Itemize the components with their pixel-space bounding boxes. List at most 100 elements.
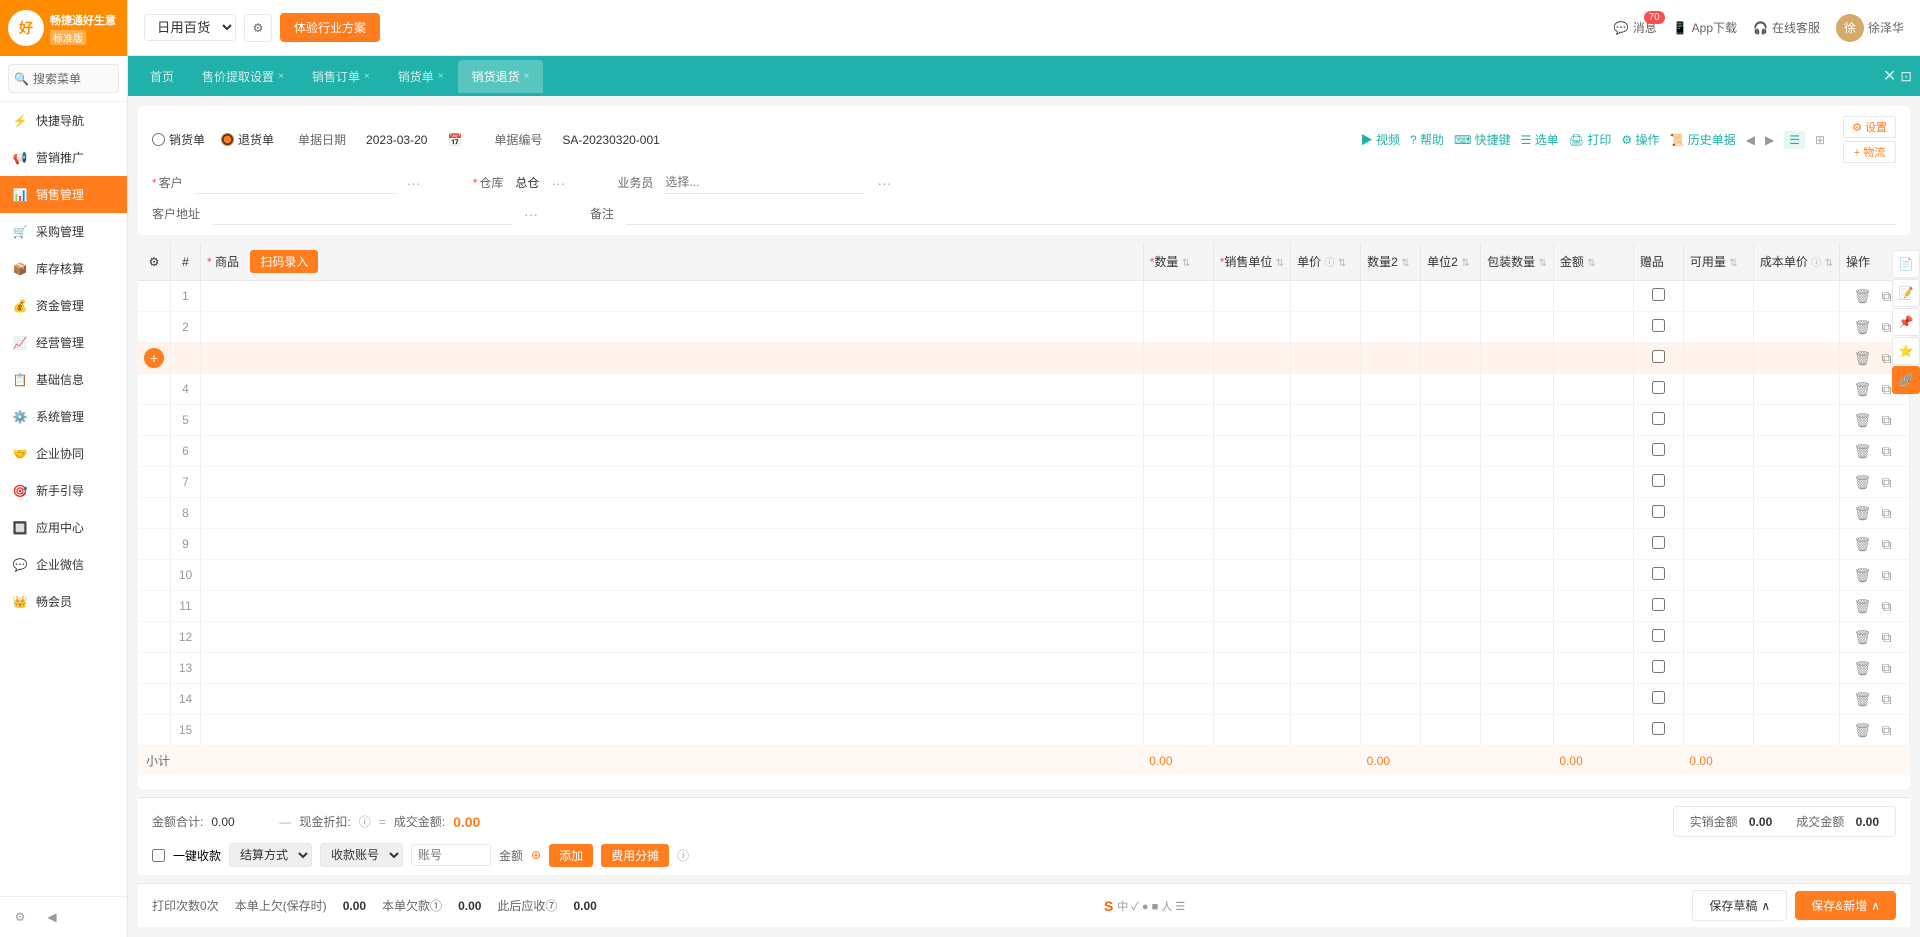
copy-row-7[interactable]: ⧉ (1877, 472, 1897, 492)
row-gift-1[interactable] (1633, 281, 1683, 312)
row-pack-1[interactable] (1481, 281, 1554, 312)
gift-check-15[interactable] (1652, 722, 1665, 735)
sidebar-item-inventory[interactable]: 📦 库存核算 (0, 250, 127, 287)
gift-check-7[interactable] (1652, 474, 1665, 487)
warehouse-dots[interactable]: ··· (551, 175, 565, 191)
tab-sales-order-close[interactable]: × (364, 71, 370, 82)
remark-input[interactable] (626, 202, 1896, 225)
row-amount-1[interactable] (1553, 281, 1633, 312)
product-input-1[interactable] (207, 289, 1137, 303)
product-input-9[interactable] (207, 537, 1137, 551)
scan-btn[interactable]: 扫码录入 (250, 250, 318, 273)
row-product-3[interactable] (201, 343, 1144, 374)
add-amount-btn[interactable]: ⊕ (531, 848, 541, 862)
operation-btn[interactable]: ⚙ 操作 (1621, 131, 1659, 148)
row-pack-2[interactable] (1481, 312, 1554, 343)
account-input[interactable] (411, 844, 491, 866)
delete-row-10[interactable]: 🗑 (1853, 565, 1873, 585)
customer-dots[interactable]: ··· (407, 175, 421, 191)
delete-row-8[interactable]: 🗑 (1853, 503, 1873, 523)
row-qty2-2[interactable] (1361, 312, 1421, 343)
product-input-10[interactable] (207, 568, 1137, 582)
user-profile-btn[interactable]: 徐 徐泽华 (1836, 14, 1904, 42)
sidebar-item-enterprise[interactable]: 🤝 企业协同 (0, 435, 127, 472)
payment-account-select[interactable]: 收款账号 (320, 843, 403, 867)
sidebar-item-marketing[interactable]: 📢 营销推广 (0, 139, 127, 176)
pack-sort-icon[interactable]: ⇅ (1539, 258, 1547, 269)
settlement-method-select[interactable]: 结算方式 (229, 843, 312, 867)
address-input[interactable] (212, 202, 512, 225)
gift-check-8[interactable] (1652, 505, 1665, 518)
grid-view-btn[interactable]: ⊞ (1815, 133, 1825, 147)
select-btn[interactable]: ☰ 选单 (1521, 131, 1559, 148)
customer-service-btn[interactable]: 🎧 在线客服 (1753, 19, 1820, 36)
gift-check-4[interactable] (1652, 381, 1665, 394)
search-menu-button[interactable]: 🔍 搜索菜单 (8, 64, 119, 93)
gift-check-1[interactable] (1652, 288, 1665, 301)
tabbar-expand-btn[interactable]: ⊡ (1900, 68, 1912, 85)
sidebar-item-operations[interactable]: 📈 经营管理 (0, 324, 127, 361)
right-float-btn-5[interactable]: 🔗 (1892, 366, 1920, 394)
copy-row-15[interactable]: ⧉ (1877, 720, 1897, 740)
row-qty-3[interactable] (1143, 343, 1213, 374)
tab-sales-shipment-close[interactable]: × (438, 71, 444, 82)
delete-row-13[interactable]: 🗑 (1853, 658, 1873, 678)
row-available-2[interactable] (1683, 312, 1753, 343)
message-btn[interactable]: 💬 消息 70 (1614, 19, 1657, 36)
industry-select[interactable]: 日用百货 (144, 14, 236, 41)
sidebar-item-wechat[interactable]: 💬 企业微信 (0, 546, 127, 583)
row-pack-3[interactable] (1481, 343, 1554, 374)
row-price-3[interactable] (1291, 343, 1361, 374)
topbar-settings-btn[interactable]: ⚙ (244, 14, 272, 42)
product-input-8[interactable] (207, 506, 1137, 520)
row-product-1[interactable] (201, 281, 1144, 312)
calendar-icon[interactable]: 📅 (447, 133, 462, 147)
product-input-4[interactable] (207, 382, 1137, 396)
copy-row-9[interactable]: ⧉ (1877, 534, 1897, 554)
qty-sort-icon[interactable]: ⇅ (1182, 258, 1190, 269)
copy-row-6[interactable]: ⧉ (1877, 441, 1897, 461)
tab-price-settings-close[interactable]: × (278, 71, 284, 82)
sidebar-item-system[interactable]: ⚙️ 系统管理 (0, 398, 127, 435)
row-qty2-1[interactable] (1361, 281, 1421, 312)
address-dots[interactable]: ··· (524, 206, 538, 222)
unit2-sort-icon[interactable]: ⇅ (1461, 258, 1469, 269)
row-qty-2[interactable] (1143, 312, 1213, 343)
tab-sales-order[interactable]: 销售订单 × (298, 60, 384, 93)
row-unit-2[interactable] (1213, 312, 1290, 343)
product-input-7[interactable] (207, 475, 1137, 489)
price-info-icon[interactable]: ⓘ (1325, 258, 1335, 269)
gift-check-9[interactable] (1652, 536, 1665, 549)
product-input-14[interactable] (207, 692, 1137, 706)
delete-row-1[interactable]: 🗑 (1853, 286, 1873, 306)
copy-row-8[interactable]: ⧉ (1877, 503, 1897, 523)
delete-row-14[interactable]: 🗑 (1853, 689, 1873, 709)
row-cost-1[interactable] (1753, 281, 1839, 312)
delete-row-7[interactable]: 🗑 (1853, 472, 1873, 492)
gift-check-3[interactable] (1652, 350, 1665, 363)
row-price-1[interactable] (1291, 281, 1361, 312)
sidebar-item-finance[interactable]: 💰 资金管理 (0, 287, 127, 324)
salesman-input[interactable] (665, 171, 865, 194)
col-settings[interactable]: ⚙ (138, 243, 171, 281)
logistics-btn[interactable]: + 物流 (1843, 141, 1896, 163)
fee-split-btn[interactable]: 费用分摊 (601, 844, 669, 867)
product-input-5[interactable] (207, 413, 1137, 427)
sidebar-item-app-center[interactable]: 🔲 应用中心 (0, 509, 127, 546)
product-input-15[interactable] (207, 723, 1137, 737)
sidebar-item-member[interactable]: 👑 畅会员 (0, 583, 127, 620)
salesman-dots[interactable]: ··· (877, 175, 891, 191)
gift-check-12[interactable] (1652, 629, 1665, 642)
copy-row-5[interactable]: ⧉ (1877, 410, 1897, 430)
row-amount-3[interactable] (1553, 343, 1633, 374)
price-sort-icon[interactable]: ⇅ (1338, 258, 1346, 269)
gift-check-2[interactable] (1652, 319, 1665, 332)
tabbar-close-btn[interactable]: ✕ (1883, 66, 1896, 86)
row-unit2-3[interactable] (1421, 343, 1481, 374)
gift-check-10[interactable] (1652, 567, 1665, 580)
one-click-payment-checkbox[interactable] (152, 849, 165, 862)
row-price-2[interactable] (1291, 312, 1361, 343)
radio-return[interactable]: 退货单 (221, 131, 274, 148)
sidebar-item-guide[interactable]: 🎯 新手引导 (0, 472, 127, 509)
help-btn[interactable]: ? 帮助 (1410, 131, 1444, 148)
